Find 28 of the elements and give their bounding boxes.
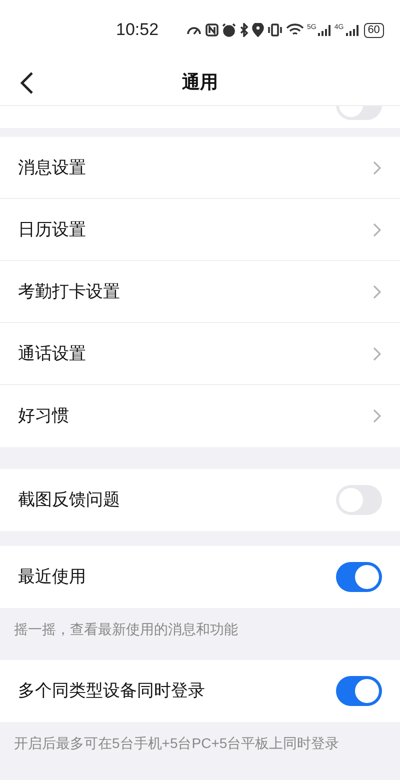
settings-row[interactable]: 考勤打卡设置: [0, 261, 400, 323]
status-time: 10:52: [116, 19, 160, 42]
hint-text: 摇一摇，查看最新使用的消息和功能: [14, 621, 238, 637]
hint-text: 开启后最多可在5台手机+5台PC+5台平板上同时登录: [14, 735, 340, 751]
page-title: 通用: [182, 71, 218, 94]
vibrate-icon: [267, 23, 283, 37]
chevron-icon: [372, 408, 382, 424]
signal-icon: [317, 24, 332, 36]
battery-indicator: 60: [364, 22, 384, 38]
bluetooth-icon: [239, 23, 249, 37]
setting-label: 多个同类型设备同时登录: [18, 680, 206, 702]
wifi-icon: [286, 23, 304, 37]
toggle-switch[interactable]: [336, 676, 382, 706]
chevron-icon: [372, 284, 382, 300]
nfc-icon: [205, 23, 219, 37]
signal-icon: [344, 24, 359, 36]
chevron-icon: [372, 346, 382, 362]
toggle-switch[interactable]: [336, 562, 382, 592]
chevron-icon: [372, 160, 382, 176]
chevron-icon: [372, 222, 382, 238]
settings-row[interactable]: 通话设置: [0, 323, 400, 385]
location-icon: [252, 23, 264, 37]
settings-row[interactable]: 好习惯: [0, 385, 400, 447]
settings-row[interactable]: 消息设置: [0, 137, 400, 199]
settings-row[interactable]: 日历设置: [0, 199, 400, 261]
setting-label: 最近使用: [18, 566, 87, 588]
setting-label: 截图反馈问题: [18, 489, 121, 512]
alarm-icon: [222, 23, 236, 37]
